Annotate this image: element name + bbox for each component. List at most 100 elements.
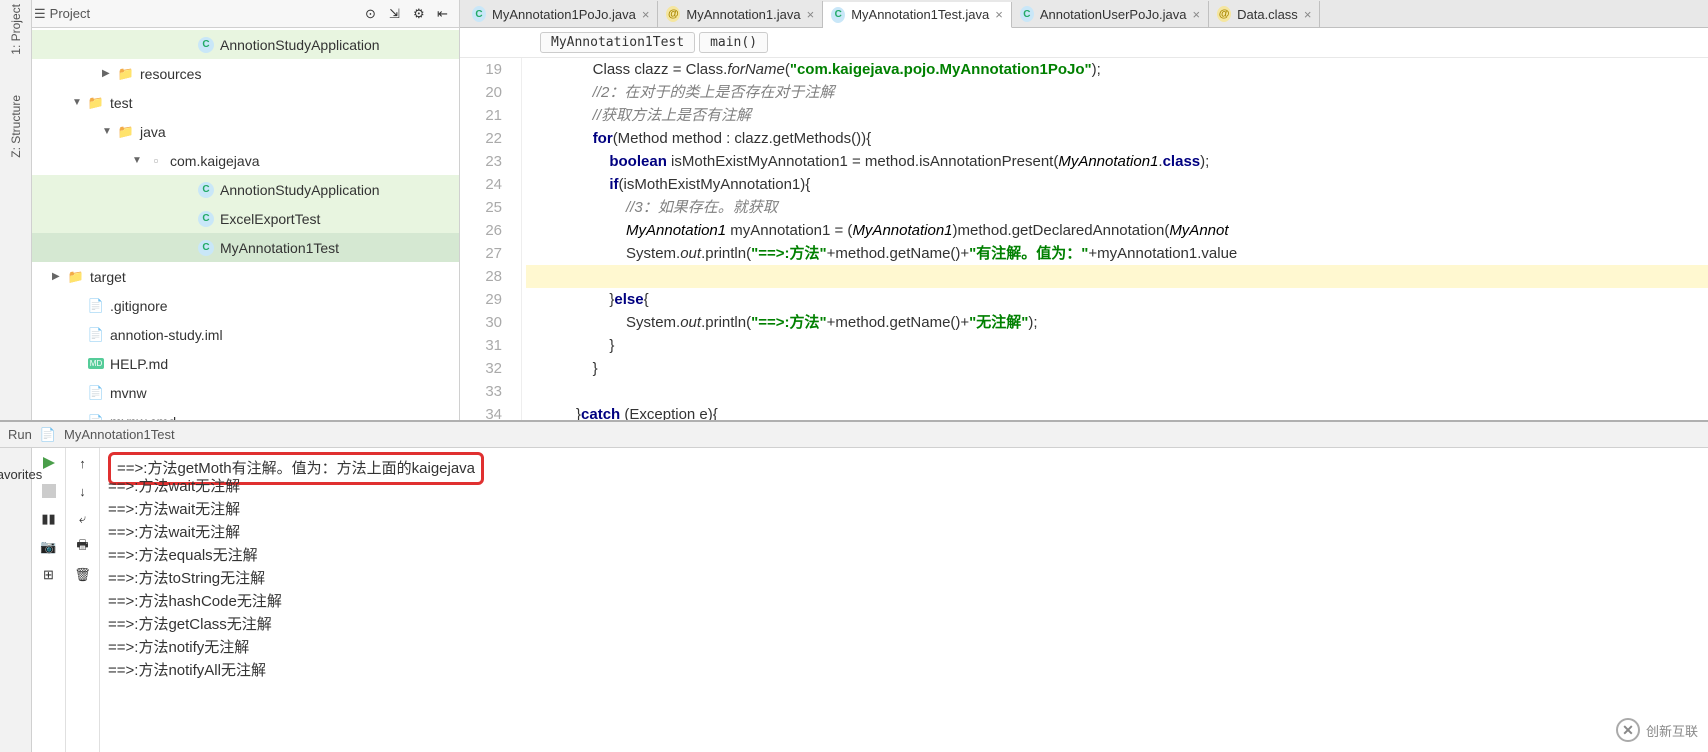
tree-file-icon: 📄 [88,385,104,401]
layout-icon[interactable]: ⊞ [40,566,58,584]
tree-item[interactable]: ▶📁target [32,262,459,291]
left-tool-strip: 1: Project Z: Structure [0,0,32,420]
clear-icon[interactable]: 🗑 [74,566,92,584]
code-line[interactable]: for(Method method : clazz.getMethods()){ [526,127,1708,150]
tree-label: MyAnnotation1Test [220,240,339,256]
close-icon[interactable]: × [995,7,1003,22]
tree-file-icon: 📄 [88,298,104,314]
code-line[interactable]: System.out.println("==>:方法"+method.getNa… [526,311,1708,334]
project-view-icon: ☰ [34,6,46,22]
tree-package-icon: ▫ [148,153,164,169]
tree-arrow-icon[interactable]: ▼ [72,97,86,108]
tree-item[interactable]: ▼▫com.kaigejava [32,146,459,175]
tree-label: ExcelExportTest [220,211,320,227]
code-line[interactable] [526,380,1708,403]
project-tree[interactable]: C AnnotionStudyApplication ▶📁resources▼📁te… [32,28,459,420]
tab-class-icon: C [831,8,845,22]
down-icon[interactable]: ↓ [74,482,92,500]
stop-icon[interactable] [40,482,58,500]
tree-arrow-icon[interactable]: ▶ [102,68,116,79]
rerun-icon[interactable] [40,454,58,472]
close-icon[interactable]: × [1304,7,1312,22]
tree-item[interactable]: ▼📁test [32,88,459,117]
code-line[interactable]: if(isMothExistMyAnnotation1){ [526,173,1708,196]
tree-item[interactable]: 📄annotion-study.iml [32,320,459,349]
tree-arrow-icon[interactable]: ▶ [52,271,66,282]
editor-tab[interactable]: @Data.class× [1209,1,1320,27]
fold-gutter [510,58,522,420]
code-line[interactable]: Class clazz = Class.forName("com.kaigeja… [526,58,1708,81]
code-line[interactable]: //2：在对于的类上是否存在对于注解 [526,81,1708,104]
code-area[interactable]: Class clazz = Class.forName("com.kaigeja… [522,58,1708,420]
watermark-icon: ✕ [1616,718,1640,742]
locate-icon[interactable]: ⊙ [365,6,381,22]
tree-label: AnnotionStudyApplication [220,37,380,53]
hide-icon[interactable]: ⇤ [437,6,453,22]
editor-tabs: CMyAnnotation1PoJo.java×@MyAnnotation1.j… [460,0,1708,28]
code-editor[interactable]: 19202122232425262728293031323334 Class c… [460,58,1708,420]
run-config-name: MyAnnotation1Test [64,427,175,442]
line-gutter: 19202122232425262728293031323334 [460,58,510,420]
close-icon[interactable]: × [807,7,815,22]
code-line[interactable] [526,265,1708,288]
editor-tab[interactable]: C AnnotationUserPoJo.java × [1012,1,1209,27]
tree-item[interactable]: ▶📁resources [32,59,459,88]
tab-label: MyAnnotation1PoJo.java [492,7,636,22]
code-line[interactable]: } [526,334,1708,357]
console-output[interactable]: ==>:方法getMoth有注解。值为：方法上面的kaigejava ==>:方法… [100,448,1708,752]
tree-item[interactable]: 📄mvnw.cmd [32,407,459,420]
tree-item[interactable]: ▼📁java [32,117,459,146]
tree-item[interactable]: 📄 mvnw [32,378,459,407]
editor-tab[interactable]: @MyAnnotation1.java× [658,1,823,27]
tab-label: Data.class [1237,7,1298,22]
breadcrumb-method[interactable]: main() [699,32,768,53]
close-icon[interactable]: × [642,7,650,22]
tab-annotation-icon: @ [666,7,680,21]
tree-arrow-icon[interactable]: ▼ [102,126,116,137]
code-line[interactable]: //获取方法上是否有注解 [526,104,1708,127]
print-icon[interactable]: 🖶 [74,538,92,556]
code-line[interactable]: MyAnnotation1 myAnnotation1 = (MyAnnotat… [526,219,1708,242]
tab-label: AnnotationUserPoJo.java [1040,7,1187,22]
tab-class-icon: C [1020,7,1034,21]
tree-arrow-icon[interactable]: ▼ [132,155,146,166]
code-line[interactable]: boolean isMothExistMyAnnotation1 = metho… [526,150,1708,173]
tree-file-icon: 📄 [88,327,104,343]
settings-icon[interactable]: ⚙ [413,6,429,22]
pause-icon[interactable]: ▮▮ [40,510,58,528]
console-line: ==>:方法notifyAll无注解 [108,659,1700,682]
code-line[interactable]: //3：如果存在。就获取 [526,196,1708,219]
collapse-icon[interactable]: ⇲ [389,6,405,22]
breadcrumb-class[interactable]: MyAnnotation1Test [540,32,695,53]
tree-class-icon: C [198,37,214,53]
code-line[interactable]: }else{ [526,288,1708,311]
tree-item[interactable]: CAnnotionStudyApplication [32,175,459,204]
tree-md-icon: MD [88,356,104,372]
structure-tool-button[interactable]: Z: Structure [9,95,23,158]
tree-item[interactable]: MDHELP.md [32,349,459,378]
dump-icon[interactable]: 📷 [40,538,58,556]
editor-tab[interactable]: CMyAnnotation1Test.java× [823,2,1012,28]
close-icon[interactable]: × [1193,7,1201,22]
tree-item[interactable]: CMyAnnotation1Test [32,233,459,262]
tree-item[interactable]: CExcelExportTest [32,204,459,233]
console-line: ==>:方法getMoth有注解。值为：方法上面的kaigejava [108,452,1700,475]
console-line: ==>:方法wait无注解 [108,498,1700,521]
tree-label: AnnotionStudyApplication [220,182,380,198]
tree-item[interactable]: C AnnotionStudyApplication [32,30,459,59]
tree-item[interactable]: 📄.gitignore [32,291,459,320]
console-line: ==>:方法getClass无注解 [108,613,1700,636]
console-line: ==>:方法notify无注解 [108,636,1700,659]
breadcrumb: MyAnnotation1Test main() [460,28,1708,58]
console-line: ==>:方法toString无注解 [108,567,1700,590]
tree-label: mvnw [110,385,147,401]
run-panel-label: Run [8,427,32,442]
code-line[interactable]: System.out.println("==>:方法"+method.getNa… [526,242,1708,265]
project-tool-button[interactable]: 1: Project [9,4,23,55]
editor-tab[interactable]: CMyAnnotation1PoJo.java× [464,1,658,27]
tree-label: target [90,269,126,285]
wrap-icon[interactable]: ⤶ [74,510,92,528]
up-icon[interactable]: ↑ [74,454,92,472]
code-line[interactable]: }catch (Exception e){ [526,403,1708,420]
code-line[interactable]: } [526,357,1708,380]
